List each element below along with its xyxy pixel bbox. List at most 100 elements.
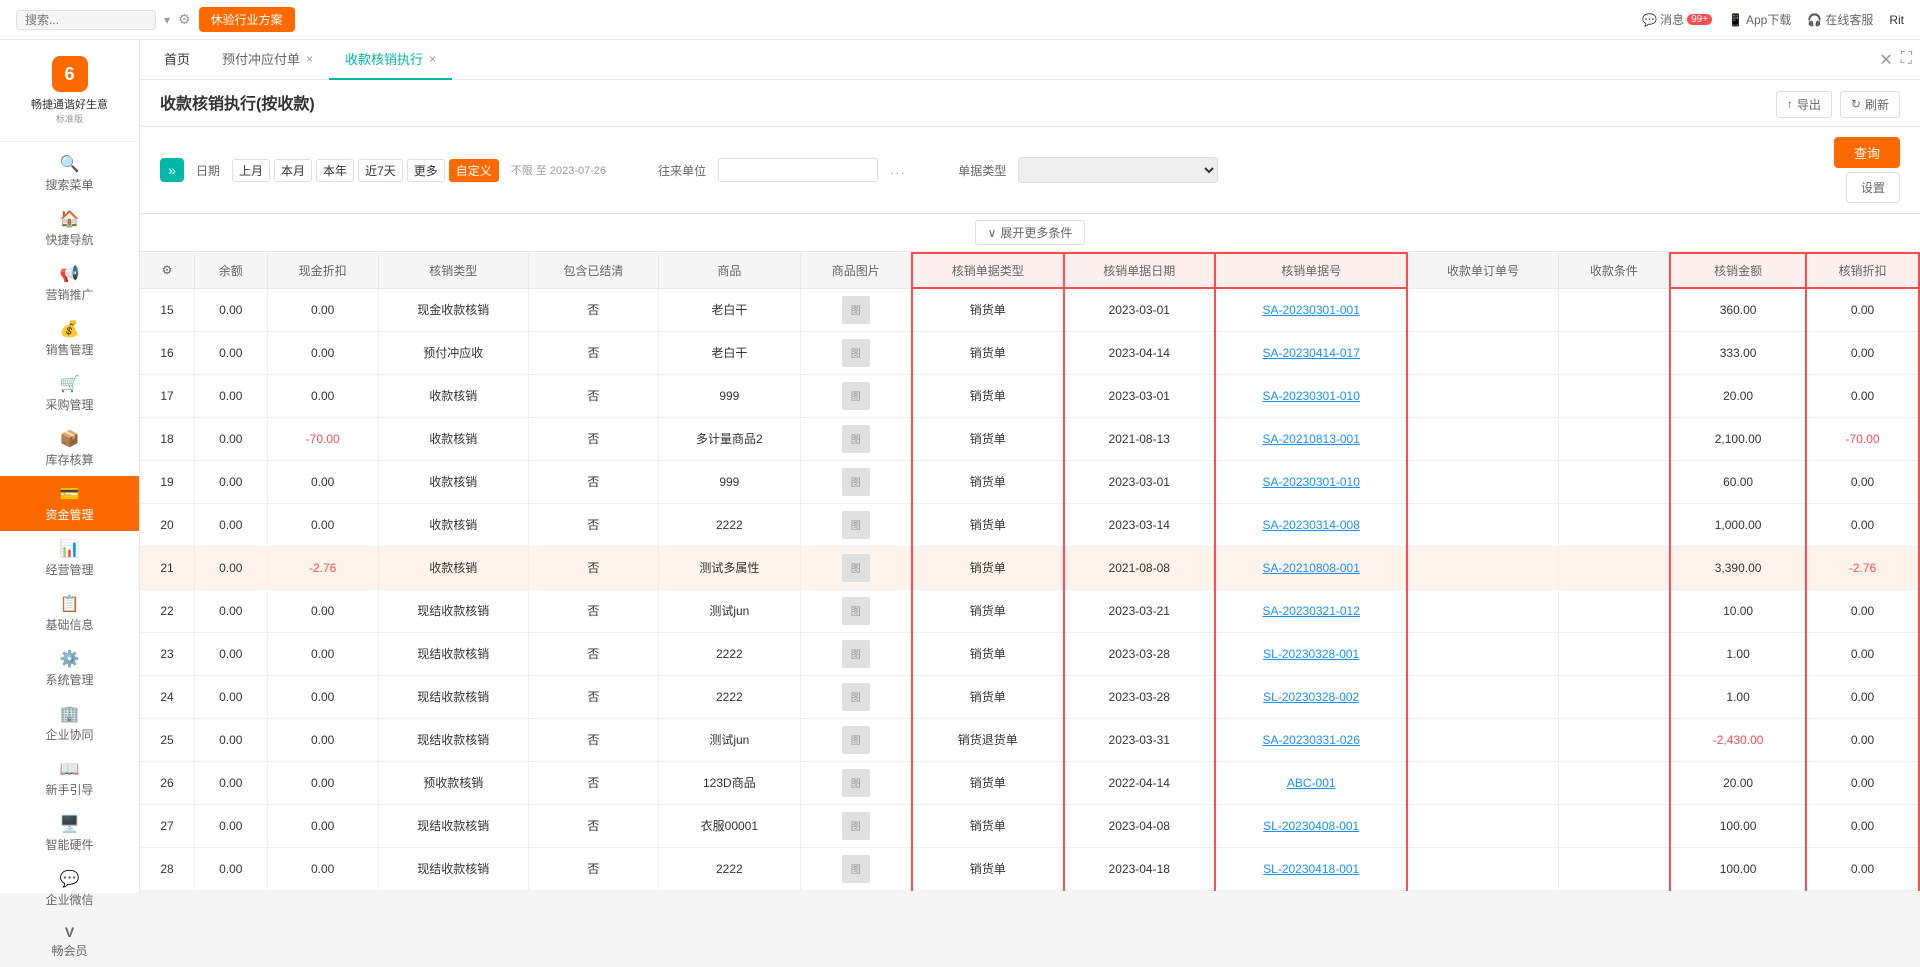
refresh-button[interactable]: ↻ 刷新	[1840, 91, 1900, 118]
messages-badge: 99+	[1687, 14, 1712, 25]
cell-write-off-discount: 0.00	[1806, 847, 1919, 890]
tab-home[interactable]: 首页	[148, 40, 206, 80]
main-content: 首页 预付冲应付单 × 收款核销执行 × ✕ ⛶ 收款核销执行(按收款) ↑	[140, 40, 1920, 893]
sidebar-item-purchase[interactable]: 🛒 采购管理	[0, 366, 139, 421]
th-cash-discount: 现金折扣	[267, 253, 378, 288]
expand-conditions-button[interactable]: ∨ 展开更多条件	[975, 220, 1086, 245]
maximize-icon[interactable]: ⛶	[1901, 50, 1912, 70]
cell-doc-no[interactable]: SL-20230408-001	[1215, 804, 1407, 847]
settings-icon[interactable]: ⚙	[178, 11, 191, 28]
th-include-settled: 包含已结清	[528, 253, 659, 288]
cell-write-off-amount: 333.00	[1670, 331, 1806, 374]
last-7-days-btn[interactable]: 近7天	[358, 159, 403, 182]
online-service-btn[interactable]: 🎧 在线客服	[1807, 11, 1873, 28]
search-input[interactable]	[16, 10, 156, 30]
cell-payment-terms	[1558, 675, 1670, 718]
sidebar-item-search[interactable]: 🔍 搜索菜单	[0, 146, 139, 201]
table-row: 25 0.00 0.00 现结收款核销 否 测试jun 图 销货退货单 2023…	[140, 718, 1919, 761]
sidebar-item-marketing[interactable]: 📢 营销推广	[0, 256, 139, 311]
cell-write-off-amount: -2,430.00	[1670, 718, 1806, 761]
cell-payment-terms	[1558, 632, 1670, 675]
cell-doc-no[interactable]: SL-20230328-002	[1215, 675, 1407, 718]
cell-payment-terms	[1558, 718, 1670, 761]
sidebar-label-enterprise: 企业协同	[45, 726, 93, 743]
sidebar-item-hardware[interactable]: 🖥️ 智能硬件	[0, 806, 139, 861]
cell-include-settled: 否	[528, 718, 659, 761]
sidebar-item-enterprise[interactable]: 🏢 企业协同	[0, 696, 139, 751]
this-month-btn[interactable]: 本月	[274, 159, 312, 182]
cell-cash-discount: 0.00	[267, 632, 378, 675]
cell-include-settled: 否	[528, 761, 659, 804]
sidebar-label-wechat: 企业微信	[45, 891, 93, 908]
messages-area[interactable]: 💬 消息 99+	[1642, 11, 1712, 28]
cell-balance: 0.00	[195, 718, 268, 761]
more-date-btn[interactable]: 更多	[407, 159, 445, 182]
last-month-btn[interactable]: 上月	[232, 159, 270, 182]
cell-doc-no[interactable]: ABC-001	[1215, 761, 1407, 804]
tab-receipt-write-off[interactable]: 收款核销执行 ×	[329, 40, 452, 80]
th-write-off-date: 核销单据日期	[1064, 253, 1215, 288]
export-button[interactable]: ↑ 导出	[1776, 91, 1832, 118]
table-row: 23 0.00 0.00 现结收款核销 否 2222 图 销货单 2023-03…	[140, 632, 1919, 675]
cell-doc-no[interactable]: SL-20230418-001	[1215, 847, 1407, 890]
sidebar-item-quick-nav[interactable]: 🏠 快捷导航	[0, 201, 139, 256]
cell-payment-terms	[1558, 761, 1670, 804]
custom-date-btn[interactable]: 自定义	[449, 159, 499, 182]
cell-doc-no[interactable]: SA-20230321-012	[1215, 589, 1407, 632]
cell-doc-no[interactable]: SA-20230301-010	[1215, 374, 1407, 417]
doc-type-filter-label: 单据类型	[958, 162, 1006, 179]
close-tab-icon[interactable]: ✕	[1879, 50, 1892, 70]
app-download-btn[interactable]: 📱 App下载	[1728, 11, 1791, 28]
dropdown-arrow-icon[interactable]: ▾	[164, 13, 170, 27]
filter-expand-button[interactable]: »	[160, 158, 184, 182]
cell-product-image: 图	[800, 460, 912, 503]
sidebar-item-member[interactable]: V 畅会员	[0, 916, 139, 967]
cell-product: 2222	[659, 675, 800, 718]
sidebar-item-system[interactable]: ⚙️ 系统管理	[0, 641, 139, 696]
cell-doc-no[interactable]: SA-20210813-001	[1215, 417, 1407, 460]
cell-payment-terms	[1558, 847, 1670, 890]
settings-button[interactable]: 设置	[1846, 172, 1900, 203]
sidebar-item-inventory[interactable]: 📦 库存核算	[0, 421, 139, 476]
message-icon: 💬	[1642, 13, 1657, 27]
th-payment-terms: 收款条件	[1558, 253, 1670, 288]
cell-receipt-order-no	[1407, 503, 1558, 546]
query-button[interactable]: 查询	[1834, 137, 1900, 168]
cell-product: 老白干	[659, 288, 800, 331]
app-name: 畅捷通谐好生意	[31, 96, 108, 112]
tab-prepay-close[interactable]: ×	[306, 52, 313, 66]
tab-bar: 首页 预付冲应付单 × 收款核销执行 × ✕ ⛶	[140, 40, 1920, 80]
industry-solution-button[interactable]: 休验行业方案	[199, 7, 295, 32]
sidebar-item-basic-info[interactable]: 📋 基础信息	[0, 586, 139, 641]
cell-doc-date: 2022-04-14	[1064, 761, 1215, 804]
sidebar-item-guide[interactable]: 📖 新手引导	[0, 751, 139, 806]
this-year-btn[interactable]: 本年	[316, 159, 354, 182]
th-settings[interactable]: ⚙	[140, 253, 195, 288]
tab-prepay[interactable]: 预付冲应付单 ×	[206, 40, 329, 80]
partner-input[interactable]	[718, 158, 878, 182]
cell-doc-date: 2023-04-14	[1064, 331, 1215, 374]
th-write-off-no: 核销单据号	[1215, 253, 1407, 288]
cell-receipt-order-no	[1407, 761, 1558, 804]
tab-receipt-write-off-close[interactable]: ×	[429, 52, 436, 66]
cell-cash-discount: 0.00	[267, 460, 378, 503]
cell-doc-no[interactable]: SA-20230331-026	[1215, 718, 1407, 761]
sidebar-item-finance[interactable]: 💳 资金管理	[0, 476, 139, 531]
cell-doc-no[interactable]: SA-20230314-008	[1215, 503, 1407, 546]
cell-include-settled: 否	[528, 589, 659, 632]
user-name[interactable]: Rit	[1889, 13, 1904, 27]
cell-doc-no[interactable]: SA-20230301-010	[1215, 460, 1407, 503]
cell-doc-no[interactable]: SA-20230414-017	[1215, 331, 1407, 374]
cell-product: 衣服00001	[659, 804, 800, 847]
cell-doc-no[interactable]: SA-20210808-001	[1215, 546, 1407, 589]
doc-type-select[interactable]	[1018, 157, 1218, 183]
cell-doc-no[interactable]: SA-20230301-001	[1215, 288, 1407, 331]
data-table: ⚙ 余额 现金折扣 核销类型 包含已结清 商品 商品图片 核销单据类型 核销单据…	[140, 252, 1920, 893]
cell-doc-no[interactable]: SL-20230328-001	[1215, 632, 1407, 675]
sidebar-item-operations[interactable]: 📊 经营管理	[0, 531, 139, 586]
member-icon: V	[65, 924, 74, 940]
sidebar-item-wechat[interactable]: 💬 企业微信	[0, 861, 139, 916]
th-write-off-discount: 核销折扣	[1806, 253, 1919, 288]
partner-dots[interactable]: ...	[890, 163, 906, 177]
sidebar-item-sales[interactable]: 💰 销售管理	[0, 311, 139, 366]
